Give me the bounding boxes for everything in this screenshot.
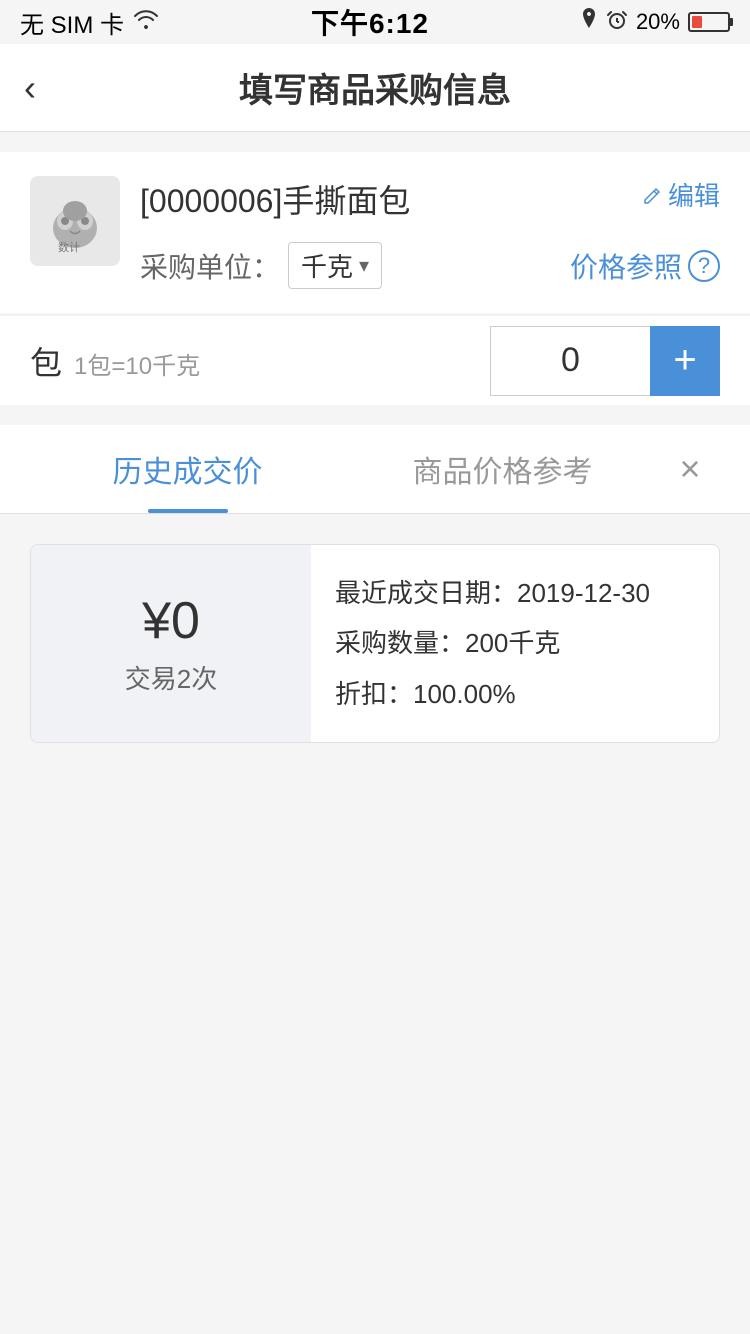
history-discount-row: 折扣：100.00%: [335, 676, 695, 712]
product-logo: 数计: [30, 176, 120, 266]
location-icon: [580, 8, 598, 36]
status-right: 20%: [580, 8, 730, 36]
battery-percent: 20%: [636, 9, 680, 35]
price-ref-label: 价格参照: [570, 246, 682, 286]
alarm-icon: [606, 8, 628, 36]
quantity-section: 包 1包=10千克 +: [0, 315, 750, 405]
page-title: 填写商品采购信息: [239, 63, 511, 112]
product-unit-row: 采购单位： 千克 ▾ 价格参照 ?: [140, 242, 720, 289]
history-price-value: ¥0: [142, 591, 200, 651]
tab-history-label: 历史成交价: [113, 447, 263, 491]
latest-date-value: 2019-12-30: [517, 578, 650, 608]
purchase-quantity-label: 采购数量：: [335, 628, 465, 658]
tab-active-indicator: [148, 509, 228, 513]
discount-label: 折扣：: [335, 679, 413, 709]
quantity-unit: 包: [30, 338, 62, 384]
unit-value: 千克: [301, 247, 353, 284]
tabs-container: 历史成交价 商品价格参考 ×: [0, 425, 750, 514]
quantity-unit-hint: 1包=10千克: [74, 346, 200, 381]
price-ref-button[interactable]: 价格参照 ?: [570, 246, 720, 286]
svg-text:数计: 数计: [58, 241, 80, 254]
price-symbol: ¥: [142, 592, 171, 650]
back-button[interactable]: ‹: [24, 67, 36, 109]
purchase-quantity-value: 200千克: [465, 628, 560, 658]
status-bar: 无 SIM 卡 下午6:12 20%: [0, 0, 750, 44]
history-quantity-row: 采购数量：200千克: [335, 625, 695, 661]
product-header: [0000006]手撕面包 编辑: [140, 176, 720, 222]
wifi-icon: [132, 8, 160, 37]
unit-label: 采购单位：: [140, 246, 280, 286]
product-name: [0000006]手撕面包: [140, 176, 410, 222]
price-number: 0: [171, 592, 200, 650]
status-left: 无 SIM 卡: [20, 5, 160, 40]
nav-bar: ‹ 填写商品采购信息: [0, 44, 750, 132]
unit-select[interactable]: 千克 ▾: [288, 242, 382, 289]
status-time: 下午6:12: [311, 2, 429, 42]
tab-close-button[interactable]: ×: [660, 439, 720, 499]
history-card: ¥0 交易2次 最近成交日期：2019-12-30 采购数量：200千克 折扣：…: [30, 544, 720, 743]
carrier-text: 无 SIM 卡: [20, 5, 124, 40]
edit-label: 编辑: [668, 176, 720, 213]
edit-button[interactable]: 编辑: [642, 176, 720, 213]
latest-date-label: 最近成交日期：: [335, 578, 517, 608]
quantity-plus-button[interactable]: +: [650, 326, 720, 396]
discount-value: 100.00%: [413, 679, 516, 709]
product-card: 数计 [0000006]手撕面包 编辑 采购单位： 千克 ▾: [0, 152, 750, 313]
product-info: [0000006]手撕面包 编辑 采购单位： 千克 ▾ 价格参照 ?: [140, 176, 720, 289]
quantity-label-group: 包 1包=10千克: [30, 338, 200, 384]
unit-arrow-icon: ▾: [359, 253, 369, 278]
content-area: ¥0 交易2次 最近成交日期：2019-12-30 采购数量：200千克 折扣：…: [0, 514, 750, 914]
history-times: 交易2次: [125, 659, 217, 696]
history-price-left: ¥0 交易2次: [31, 545, 311, 742]
price-ref-help-icon: ?: [688, 250, 720, 282]
battery-icon: [688, 12, 730, 32]
tab-history-price[interactable]: 历史成交价: [30, 425, 345, 513]
tab-price-ref-label: 商品价格参考: [413, 447, 593, 491]
history-date-row: 最近成交日期：2019-12-30: [335, 575, 695, 611]
quantity-input-group: +: [490, 326, 720, 396]
tab-product-price-ref[interactable]: 商品价格参考: [345, 425, 660, 513]
quantity-input[interactable]: [490, 326, 650, 396]
history-details: 最近成交日期：2019-12-30 采购数量：200千克 折扣：100.00%: [311, 545, 719, 742]
